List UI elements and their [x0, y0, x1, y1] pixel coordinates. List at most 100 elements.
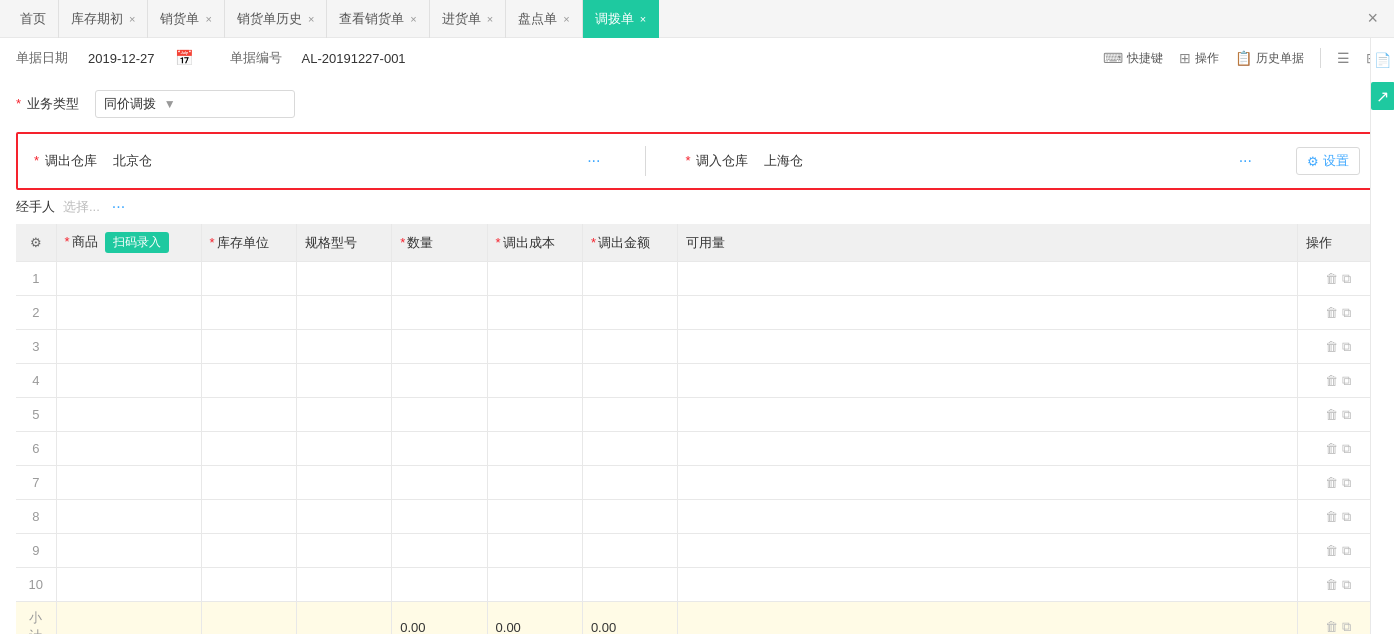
cell-quantity[interactable]	[392, 296, 487, 330]
cell-product[interactable]	[56, 398, 201, 432]
cell-product[interactable]	[56, 568, 201, 602]
tab-sales-history-close[interactable]: ×	[308, 13, 314, 25]
delete-row-button[interactable]: 🗑	[1325, 305, 1338, 320]
transfer-in-more[interactable]: ···	[1235, 152, 1256, 170]
delete-row-button[interactable]: 🗑	[1325, 509, 1338, 524]
date-picker-icon[interactable]: 📅	[175, 49, 194, 67]
copy-row-button[interactable]: ⧉	[1342, 373, 1351, 388]
cell-product[interactable]	[56, 330, 201, 364]
col-gear[interactable]: ⚙	[16, 224, 56, 262]
cell-quantity[interactable]	[392, 364, 487, 398]
business-type-select[interactable]: 同价调拨 ▼	[95, 90, 295, 118]
side-export-button[interactable]: ↗	[1371, 82, 1395, 110]
cell-quantity[interactable]	[392, 568, 487, 602]
tab-inventory-check[interactable]: 盘点单 ×	[506, 0, 582, 38]
cell-product[interactable]	[56, 432, 201, 466]
cell-quantity[interactable]	[392, 466, 487, 500]
settings-button[interactable]: ⚙ 设置	[1296, 147, 1360, 175]
tab-purchase-order-close[interactable]: ×	[487, 13, 493, 25]
tab-inventory-check-close[interactable]: ×	[563, 13, 569, 25]
table-settings-icon[interactable]: ⚙	[30, 235, 42, 250]
tab-transfer-order-close[interactable]: ×	[640, 13, 646, 25]
cell-product[interactable]	[56, 534, 201, 568]
close-window-button[interactable]: ×	[1359, 8, 1386, 29]
cell-cost[interactable]	[487, 330, 582, 364]
cell-quantity[interactable]	[392, 262, 487, 296]
copy-row-button[interactable]: ⧉	[1342, 577, 1351, 592]
delete-row-button[interactable]: 🗑	[1325, 475, 1338, 490]
side-notes-button[interactable]: 📄	[1371, 46, 1395, 74]
cell-amount[interactable]	[582, 432, 677, 466]
cell-product[interactable]	[56, 364, 201, 398]
copy-row-button[interactable]: ⧉	[1342, 441, 1351, 456]
cell-cost[interactable]	[487, 296, 582, 330]
cell-cost[interactable]	[487, 262, 582, 296]
cell-quantity[interactable]: 0.00	[392, 602, 487, 635]
tab-sales-order-close[interactable]: ×	[205, 13, 211, 25]
cell-cost[interactable]: 0.00	[487, 602, 582, 635]
cell-quantity[interactable]	[392, 330, 487, 364]
cell-cost[interactable]	[487, 568, 582, 602]
cell-product[interactable]	[56, 262, 201, 296]
copy-row-button[interactable]: ⧉	[1342, 407, 1351, 422]
cell-quantity[interactable]	[392, 398, 487, 432]
cell-amount[interactable]	[582, 466, 677, 500]
copy-row-button[interactable]: ⧉	[1342, 271, 1351, 286]
tab-view-sales[interactable]: 查看销货单 ×	[327, 0, 429, 38]
cell-product[interactable]	[56, 602, 201, 635]
cell-cost[interactable]	[487, 398, 582, 432]
tab-view-sales-close[interactable]: ×	[410, 13, 416, 25]
shortcut-button[interactable]: ⌨ 快捷键	[1103, 50, 1163, 67]
cell-amount[interactable]	[582, 262, 677, 296]
cell-amount[interactable]	[582, 500, 677, 534]
cell-cost[interactable]	[487, 534, 582, 568]
copy-row-button[interactable]: ⧉	[1342, 305, 1351, 320]
cell-product[interactable]	[56, 466, 201, 500]
cell-product[interactable]	[56, 500, 201, 534]
cell-quantity[interactable]	[392, 432, 487, 466]
cell-quantity[interactable]	[392, 500, 487, 534]
cell-amount[interactable]	[582, 296, 677, 330]
tab-home[interactable]: 首页	[8, 0, 59, 38]
delete-row-button[interactable]: 🗑	[1325, 543, 1338, 558]
delete-row-button[interactable]: 🗑	[1325, 577, 1338, 592]
tab-purchase-order[interactable]: 进货单 ×	[430, 0, 506, 38]
delete-row-button[interactable]: 🗑	[1325, 407, 1338, 422]
operation-button[interactable]: ⊞ 操作	[1179, 50, 1219, 67]
cell-amount[interactable]	[582, 534, 677, 568]
cell-amount[interactable]	[582, 568, 677, 602]
cell-cost[interactable]	[487, 432, 582, 466]
copy-row-button[interactable]: ⧉	[1342, 475, 1351, 490]
cell-cost[interactable]	[487, 466, 582, 500]
layout-list-button[interactable]: ☰	[1337, 50, 1350, 66]
tab-sales-order[interactable]: 销货单 ×	[148, 0, 224, 38]
transfer-out-more[interactable]: ···	[583, 152, 604, 170]
tab-transfer-order[interactable]: 调拨单 ×	[583, 0, 659, 38]
scan-button[interactable]: 扫码录入	[105, 232, 169, 253]
cell-cost[interactable]	[487, 364, 582, 398]
delete-row-button[interactable]: 🗑	[1325, 619, 1338, 634]
copy-row-button[interactable]: ⧉	[1342, 339, 1351, 354]
cell-amount[interactable]	[582, 330, 677, 364]
cell-cost[interactable]	[487, 500, 582, 534]
history-button[interactable]: 📋 历史单据	[1235, 50, 1304, 67]
person-select[interactable]: 选择...	[63, 198, 100, 216]
delete-row-button[interactable]: 🗑	[1325, 271, 1338, 286]
copy-row-button[interactable]: ⧉	[1342, 543, 1351, 558]
cell-amount[interactable]	[582, 364, 677, 398]
copy-row-button[interactable]: ⧉	[1342, 619, 1351, 634]
tab-sales-history[interactable]: 销货单历史 ×	[225, 0, 327, 38]
cell-quantity[interactable]	[392, 534, 487, 568]
warehouse-section: * 调出仓库 北京仓 ··· * 调入仓库 上海仓 ··· ⚙ 设置	[16, 132, 1378, 190]
copy-row-button[interactable]: ⧉	[1342, 509, 1351, 524]
delete-row-button[interactable]: 🗑	[1325, 339, 1338, 354]
delete-row-button[interactable]: 🗑	[1325, 441, 1338, 456]
delete-row-button[interactable]: 🗑	[1325, 373, 1338, 388]
cell-unit	[201, 466, 296, 500]
cell-amount[interactable]	[582, 398, 677, 432]
cell-amount[interactable]: 0.00	[582, 602, 677, 635]
cell-product[interactable]	[56, 296, 201, 330]
tab-inventory-init-close[interactable]: ×	[129, 13, 135, 25]
tab-inventory-init[interactable]: 库存期初 ×	[59, 0, 148, 38]
person-more[interactable]: ···	[108, 198, 129, 216]
